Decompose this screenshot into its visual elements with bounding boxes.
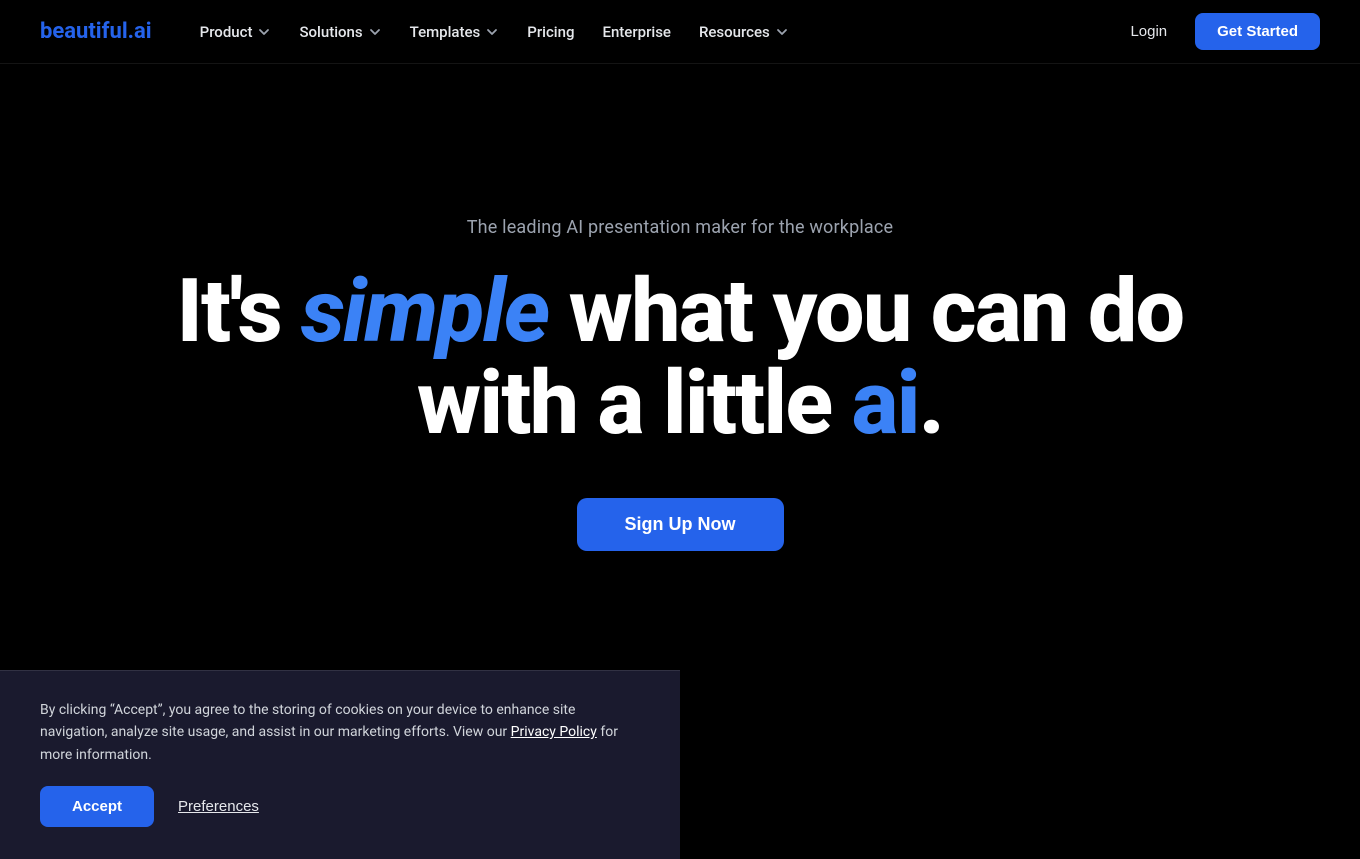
hero-title-line2: with a little ai. <box>177 358 1184 450</box>
hero-highlight-ai: ai <box>852 352 919 455</box>
nav-item-solutions[interactable]: Solutions <box>287 15 393 49</box>
logo[interactable]: beautiful.ai <box>40 19 152 44</box>
chevron-down-icon <box>368 25 382 39</box>
get-started-button[interactable]: Get Started <box>1195 13 1320 50</box>
navbar-left: beautiful.ai Product Solutions Templates <box>40 15 801 49</box>
privacy-policy-link[interactable]: Privacy Policy <box>511 724 597 740</box>
accept-button[interactable]: Accept <box>40 786 154 827</box>
cookie-actions: Accept Preferences <box>40 786 640 827</box>
nav-item-enterprise[interactable]: Enterprise <box>590 15 682 49</box>
chevron-down-icon <box>485 25 499 39</box>
nav-item-product[interactable]: Product <box>188 15 284 49</box>
nav-item-pricing[interactable]: Pricing <box>515 15 586 49</box>
hero-subtitle: The leading AI presentation maker for th… <box>467 217 893 238</box>
cookie-message: By clicking “Accept”, you agree to the s… <box>40 699 640 766</box>
hero-highlight-simple: simple <box>301 260 548 363</box>
logo-text: beautiful. <box>40 19 134 44</box>
nav-item-templates[interactable]: Templates <box>398 15 512 49</box>
sign-up-button[interactable]: Sign Up Now <box>577 498 784 551</box>
preferences-button[interactable]: Preferences <box>178 798 259 815</box>
chevron-down-icon <box>775 25 789 39</box>
nav-links: Product Solutions Templates Pricing <box>188 15 801 49</box>
navbar: beautiful.ai Product Solutions Templates <box>0 0 1360 64</box>
navbar-right: Login Get Started <box>1118 13 1320 50</box>
hero-title: It's simple what you can do with a littl… <box>177 266 1184 451</box>
login-button[interactable]: Login <box>1118 15 1179 48</box>
chevron-down-icon <box>257 25 271 39</box>
hero-title-line1: It's simple what you can do <box>177 260 1184 363</box>
logo-highlight: ai <box>134 19 152 44</box>
nav-item-resources[interactable]: Resources <box>687 15 801 49</box>
cookie-banner: By clicking “Accept”, you agree to the s… <box>0 670 680 859</box>
hero-section: The leading AI presentation maker for th… <box>0 64 1360 684</box>
